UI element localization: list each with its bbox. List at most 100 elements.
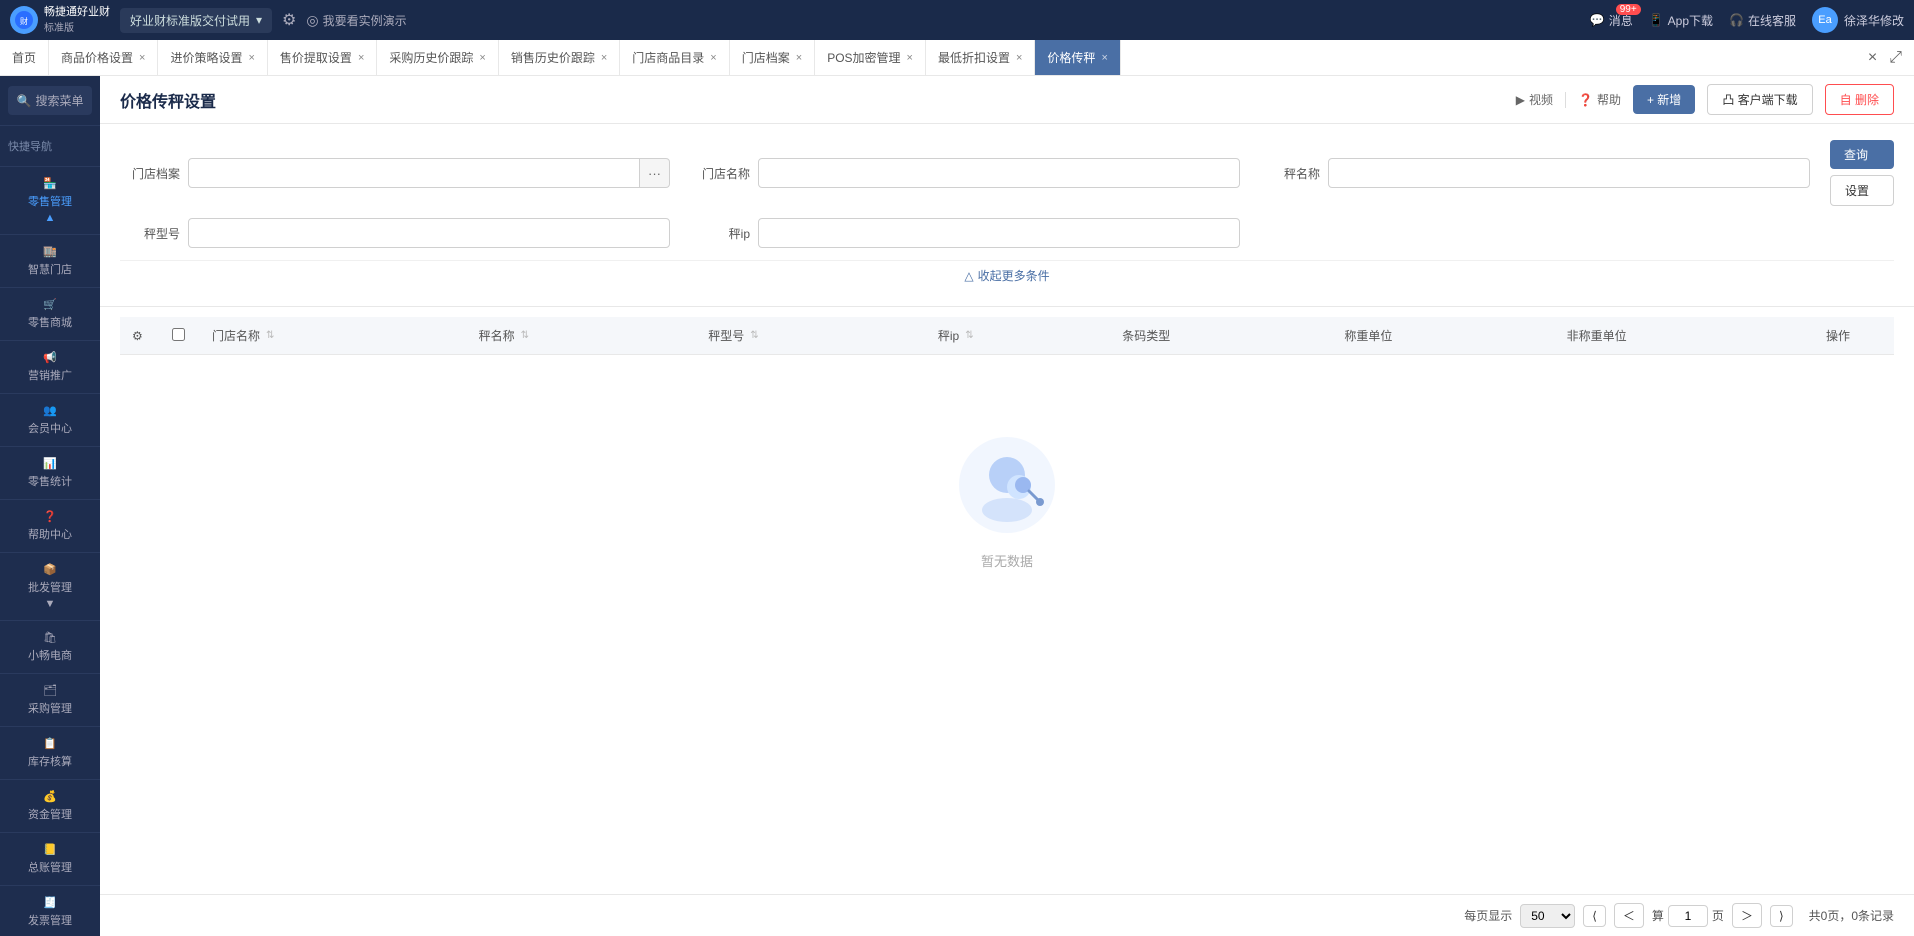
data-table: ⚙ 门店名称 ⇅ 秤名称 [120,317,1894,355]
last-page-btn[interactable]: ⟩ [1770,905,1793,927]
chevron-down-icon: ▾ [256,13,262,27]
tab-bar-actions: × ⤢ [1856,40,1914,75]
next-page-btn[interactable]: ＞ [1732,903,1762,928]
scale-model-input[interactable] [188,218,670,248]
download-icon: 📱 [1649,13,1664,27]
help-circle-icon: ❓ [1578,93,1593,107]
settings-icon[interactable]: ⚙ [132,329,143,343]
topbar-settings-icon[interactable]: ⚙ [282,10,296,30]
tab-store-file[interactable]: 门店档案 × [730,40,815,75]
stats-icon: 📊 [43,457,57,470]
inventory-icon: 📋 [43,737,57,750]
version-selector[interactable]: 好业财标准版交付试用 ▾ [120,8,272,33]
scale-ip-input[interactable] [758,218,1240,248]
sidebar-item-inventory[interactable]: 📋 库存核算 [0,727,100,780]
sort-icon[interactable]: ⇅ [266,330,274,341]
filter-scale-model: 秤型号 [120,218,670,248]
divider [1565,92,1566,108]
store-archive-input[interactable] [188,158,640,188]
sidebar-item-general-ledger[interactable]: 📒 总账管理 [0,833,100,886]
sort-icon[interactable]: ⇅ [750,330,758,341]
finance-icon: 💰 [43,790,57,803]
demo-link[interactable]: ◎ 我要看实例演示 [306,12,406,29]
th-weight-unit: 称重单位 [1332,317,1554,355]
sidebar-item-smart-store[interactable]: 🏬 智慧门店 [0,235,100,288]
app-download-btn[interactable]: 📱 App下载 [1649,12,1713,29]
store-name-input[interactable] [758,158,1240,188]
ecom-icon: 🛍 [43,631,57,644]
first-page-btn[interactable]: ⟨ [1583,905,1606,927]
sidebar-item-retail-stats[interactable]: 📊 零售统计 [0,447,100,500]
collapse-bar[interactable]: △ 收起更多条件 [120,260,1894,290]
logo-icon: 财 [10,6,38,34]
close-icon[interactable]: × [358,52,364,64]
help-link[interactable]: ❓ 帮助 [1578,91,1621,108]
tab-purchase-history[interactable]: 采购历史价跟踪 × [377,40,498,75]
close-icon[interactable]: × [907,52,913,64]
sidebar-search-btn[interactable]: 🔍 搜索菜单 [8,86,92,115]
sort-icon[interactable]: ⇅ [521,330,529,341]
scale-ip-label: 秤ip [690,225,750,242]
sidebar-item-marketing[interactable]: 📢 营销推广 [0,341,100,394]
page-input[interactable] [1668,905,1708,927]
marketing-icon: 📢 [43,351,57,364]
online-service-btn[interactable]: 🎧 在线客服 [1729,12,1796,29]
table-section: ⚙ 门店名称 ⇅ 秤名称 [100,307,1914,894]
per-page-select[interactable]: 50 10 20 100 [1520,904,1575,928]
sidebar-item-member-center[interactable]: 👥 会员中心 [0,394,100,447]
store-archive-browse-btn[interactable]: ··· [640,158,670,188]
query-button[interactable]: 查询 [1830,140,1894,169]
sidebar-item-help-center[interactable]: ❓ 帮助中心 [0,500,100,553]
maximize-tab-btn[interactable]: ⤢ [1885,47,1906,69]
close-icon[interactable]: × [248,52,254,64]
delete-button[interactable]: 自 删除 [1825,84,1894,115]
filter-row-1: 门店档案 ··· 门店名称 秤名称 查询 [120,140,1894,206]
messages-btn[interactable]: 💬 消息 99+ [1590,12,1633,29]
sidebar-item-wholesale-manage[interactable]: 📦 批发管理 ▼ [0,553,100,621]
tab-price-setting[interactable]: 商品价格设置 × [49,40,158,75]
add-button[interactable]: + 新增 [1633,85,1695,114]
close-icon[interactable]: × [139,52,145,64]
tab-purchase-strategy[interactable]: 进价策略设置 × [158,40,267,75]
sidebar-item-retail-manage[interactable]: 🏪 零售管理 ▲ [0,167,100,235]
video-link[interactable]: ▶ 视频 [1516,91,1553,108]
tab-store-catalog[interactable]: 门店商品目录 × [620,40,729,75]
message-icon: 💬 [1590,13,1605,27]
sidebar-item-purchase-manage[interactable]: 🗂 采购管理 [0,674,100,727]
tab-pos-manage[interactable]: POS加密管理 × [815,40,926,75]
sort-icon[interactable]: ⇅ [965,330,973,341]
close-tab-btn[interactable]: × [1864,47,1881,69]
th-checkbox [160,317,200,355]
chevron-up-icon: △ [964,269,973,283]
user-menu[interactable]: Ea 徐泽华修改 [1812,7,1904,33]
prev-page-btn[interactable]: ＜ [1614,903,1644,928]
scale-name-input[interactable] [1328,158,1810,188]
store-archive-input-group: ··· [188,158,670,188]
tab-price-scale[interactable]: 价格传秤 × [1035,40,1120,75]
tab-sale-history[interactable]: 销售历史价跟踪 × [499,40,620,75]
sidebar-item-finance[interactable]: 💰 资金管理 [0,780,100,833]
sidebar-quick-nav: 快捷导航 [0,126,100,167]
close-icon[interactable]: × [710,52,716,64]
app-logo: 财 畅捷通好业财 标准版 [10,6,110,34]
select-all-checkbox[interactable] [172,328,185,341]
sidebar: 🔍 搜索菜单 快捷导航 🏪 零售管理 ▲ 🏬 智慧门店 🛒 零售商城 📢 营销推… [0,76,100,936]
close-icon[interactable]: × [1101,52,1107,64]
filter-scale-name: 秤名称 [1260,158,1810,188]
tab-bar: 首页 商品价格设置 × 进价策略设置 × 售价提取设置 × 采购历史价跟踪 × … [0,40,1914,76]
close-icon[interactable]: × [796,52,802,64]
tab-sale-extract[interactable]: 售价提取设置 × [268,40,377,75]
settings-filter-button[interactable]: 设置 [1830,175,1894,206]
sidebar-item-retail-mall[interactable]: 🛒 零售商城 [0,288,100,341]
sidebar-item-invoice[interactable]: 🧾 发票管理 [0,886,100,936]
th-barcode-type: 条码类型 [1110,317,1332,355]
tab-home[interactable]: 首页 [0,40,49,75]
empty-state: 暂无数据 [120,355,1894,650]
close-icon[interactable]: × [479,52,485,64]
tab-min-discount[interactable]: 最低折扣设置 × [926,40,1035,75]
close-icon[interactable]: × [1016,52,1022,64]
download-client-button[interactable]: 凸 客户端下载 [1707,84,1812,115]
close-icon[interactable]: × [601,52,607,64]
sidebar-item-xiaochang-ecom[interactable]: 🛍 小畅电商 [0,621,100,674]
page-unit: 页 [1712,907,1724,924]
